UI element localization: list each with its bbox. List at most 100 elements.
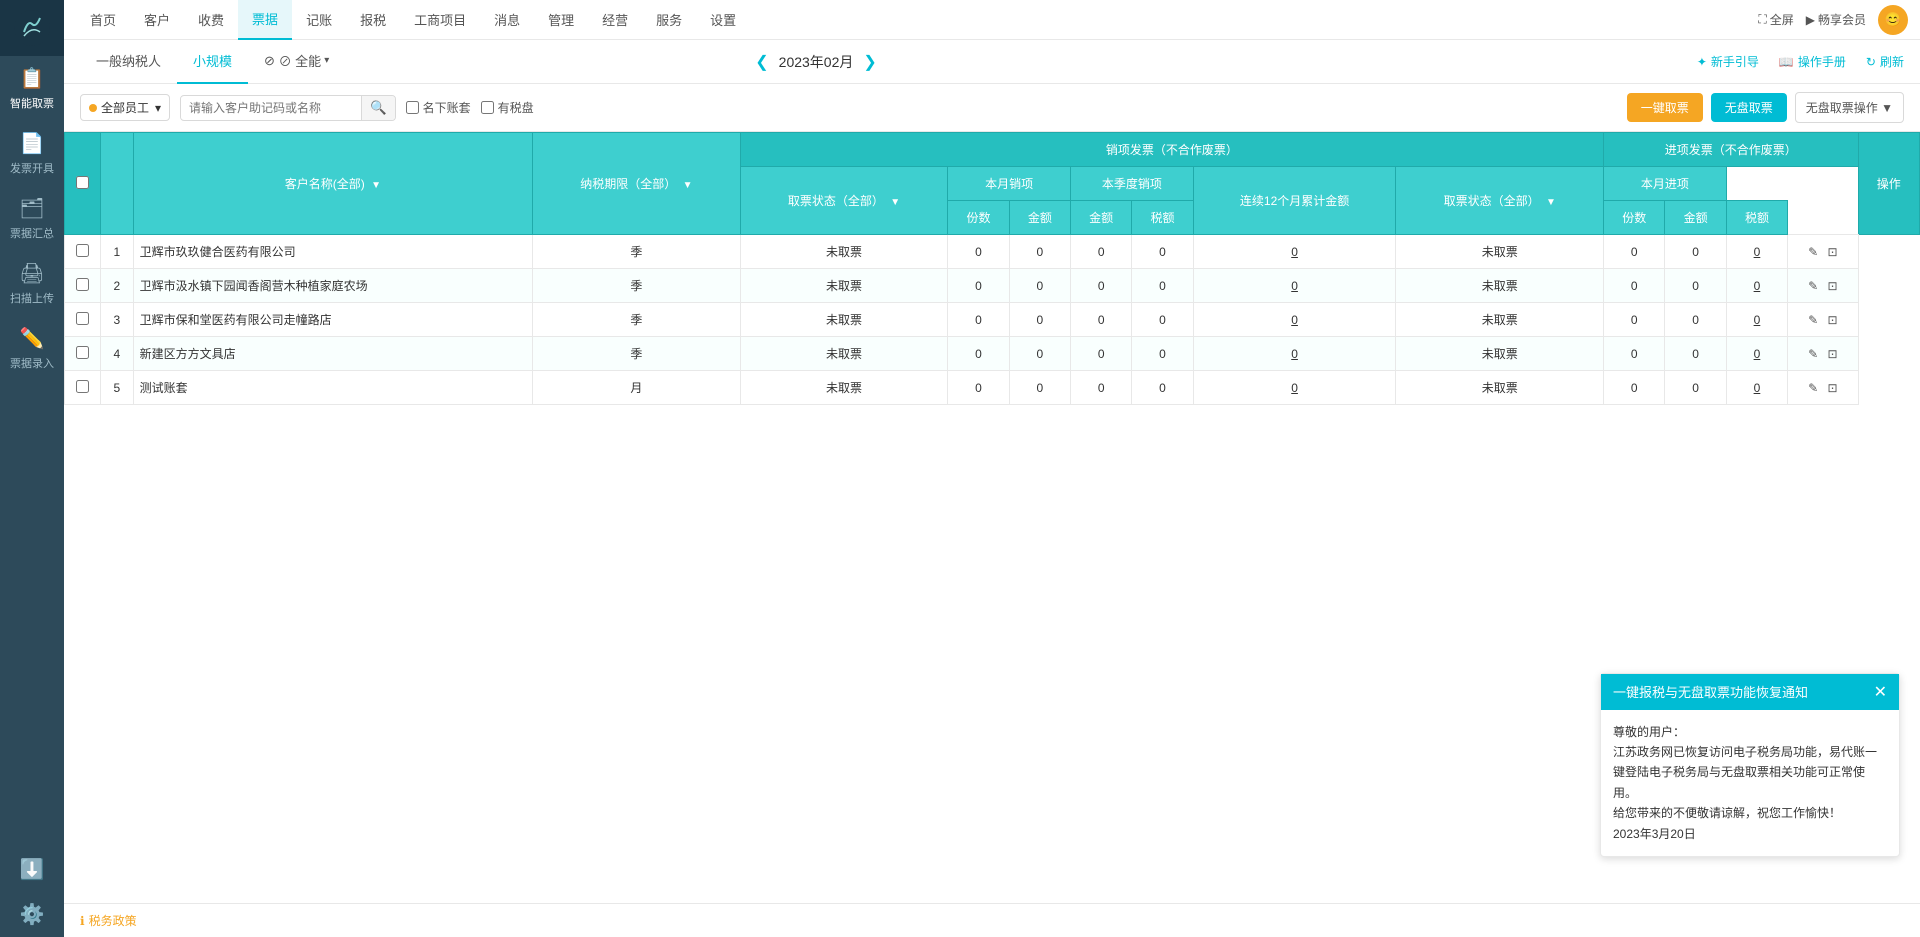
sidebar-item-issue-invoice[interactable]: 📄 发票开具 [0,121,64,186]
row-checkbox[interactable] [76,278,89,291]
row-sale-month-amount: 0 [1009,235,1070,269]
period-filter-icon[interactable]: ▼ [683,180,693,191]
sidebar-item-scan-upload[interactable]: 🖨 扫描上传 [0,251,64,316]
tab-small[interactable]: 小规模 [177,40,248,84]
th-actions: 操作 [1858,133,1919,235]
edit-icon[interactable]: ✎ [1808,279,1818,293]
row-purchase-month-tax[interactable]: 0 [1726,337,1787,371]
row-checkbox-cell[interactable] [65,303,101,337]
detail-icon[interactable]: ⊡ [1827,347,1837,361]
tab-general[interactable]: 一般纳税人 [80,40,177,84]
no-disc-fetch-btn[interactable]: 无盘取票 [1711,93,1787,122]
detail-icon[interactable]: ⊡ [1827,313,1837,327]
row-cumulative[interactable]: 0 [1193,235,1396,269]
sidebar-item-settings[interactable]: ⚙️ [0,892,64,937]
select-all-checkbox[interactable] [76,176,89,189]
user-avatar[interactable]: 😊 [1878,5,1908,35]
row-checkbox-cell[interactable] [65,269,101,303]
nav-management[interactable]: 管理 [534,0,588,40]
nav-tax[interactable]: 报税 [346,0,400,40]
row-purchase-month-amount: 0 [1665,371,1726,405]
row-sale-month-amount: 0 [1009,303,1070,337]
manual-icon: 📖 [1779,55,1794,69]
new-guide-link[interactable]: ✦ 新手引导 [1697,53,1759,70]
row-cumulative[interactable]: 0 [1193,303,1396,337]
nav-home[interactable]: 首页 [76,0,130,40]
tab-all[interactable]: ⊘ ⊘ 全能 ▾ [248,40,345,84]
vip-btn[interactable]: ▶ 畅享会员 [1806,11,1866,28]
row-cumulative[interactable]: 0 [1193,371,1396,405]
next-month-btn[interactable]: ❯ [863,52,876,72]
notification-close-btn[interactable]: ✕ [1874,682,1887,702]
sidebar-item-smart-fetch[interactable]: 📋 智能取票 [0,56,64,121]
employee-select[interactable]: 全部员工 ▾ [80,94,170,121]
row-cumulative[interactable]: 0 [1193,269,1396,303]
prev-month-btn[interactable]: ❮ [755,52,768,72]
nav-business[interactable]: 工商项目 [400,0,480,40]
table-row: 3 卫辉市保和堂医药有限公司走幢路店 季 未取票 0 0 0 0 0 未取票 0… [65,303,1920,337]
nav-billing[interactable]: 收费 [184,0,238,40]
row-checkbox-cell[interactable] [65,235,101,269]
row-period: 月 [533,371,741,405]
row-purchase-month-tax[interactable]: 0 [1726,303,1787,337]
row-sale-month-pieces: 0 [948,235,1009,269]
purchase-status-filter-icon[interactable]: ▼ [1546,197,1556,208]
sidebar-item-invoice-summary[interactable]: 🗂 票据汇总 [0,186,64,251]
row-quarter-sale-amount: 0 [1071,337,1132,371]
search-box: 🔍 [180,95,396,121]
no-disc-ops-btn[interactable]: 无盘取票操作 ▼ [1795,92,1904,123]
tax-policy-icon: ℹ [80,914,85,928]
nav-operation[interactable]: 经营 [588,0,642,40]
nav-client[interactable]: 客户 [130,0,184,40]
row-purchase-month-amount: 0 [1665,303,1726,337]
search-button[interactable]: 🔍 [361,96,395,120]
row-checkbox[interactable] [76,312,89,325]
detail-icon[interactable]: ⊡ [1827,381,1837,395]
sale-status-filter-icon[interactable]: ▼ [890,197,900,208]
row-period: 季 [533,235,741,269]
search-input[interactable] [181,97,361,119]
row-quarter-sale-tax: 0 [1132,269,1193,303]
nav-invoice[interactable]: 票据 [238,0,292,40]
row-purchase-month-tax[interactable]: 0 [1726,269,1787,303]
row-purchase-month-tax[interactable]: 0 [1726,235,1787,269]
edit-icon[interactable]: ✎ [1808,381,1818,395]
th-purchase-group: 进项发票（不合作废票） [1604,133,1858,167]
row-customer-name: 卫辉市玖玖健合医药有限公司 [133,235,532,269]
manual-link[interactable]: 📖 操作手册 [1779,53,1846,70]
nav-message[interactable]: 消息 [480,0,534,40]
account-checkbox-label[interactable]: 名下账套 [406,99,471,116]
edit-icon[interactable]: ✎ [1808,313,1818,327]
account-checkbox[interactable] [406,101,419,114]
row-checkbox-cell[interactable] [65,337,101,371]
row-sale-month-amount: 0 [1009,337,1070,371]
taxdisc-checkbox-label[interactable]: 有税盘 [481,99,534,116]
nav-settings[interactable]: 设置 [696,0,750,40]
refresh-link[interactable]: ↻ 刷新 [1866,53,1904,70]
row-checkbox-cell[interactable] [65,371,101,405]
edit-icon[interactable]: ✎ [1808,347,1818,361]
row-quarter-sale-tax: 0 [1132,371,1193,405]
nav-service[interactable]: 服务 [642,0,696,40]
row-sale-month-amount: 0 [1009,269,1070,303]
tax-policy-link[interactable]: 税务政策 [89,912,137,929]
sidebar-item-download[interactable]: ⬇️ [0,847,64,892]
sidebar-item-invoice-entry[interactable]: ✏️ 票据录入 [0,316,64,381]
row-checkbox[interactable] [76,380,89,393]
customer-filter-icon[interactable]: ▼ [371,180,381,191]
row-sale-month-pieces: 0 [948,269,1009,303]
row-purchase-month-amount: 0 [1665,269,1726,303]
detail-icon[interactable]: ⊡ [1827,279,1837,293]
sidebar: 📋 智能取票 📄 发票开具 🗂 票据汇总 🖨 扫描上传 ✏️ 票据录入 ⬇️ ⚙… [0,0,64,937]
row-purchase-month-tax[interactable]: 0 [1726,371,1787,405]
row-cumulative[interactable]: 0 [1193,337,1396,371]
detail-icon[interactable]: ⊡ [1827,245,1837,259]
row-checkbox[interactable] [76,346,89,359]
row-checkbox[interactable] [76,244,89,257]
row-quarter-sale-amount: 0 [1071,235,1132,269]
fullscreen-btn[interactable]: ⛶ 全屏 [1758,11,1793,28]
edit-icon[interactable]: ✎ [1808,245,1818,259]
nav-bookkeeping[interactable]: 记账 [292,0,346,40]
one-click-fetch-btn[interactable]: 一键取票 [1627,93,1703,122]
taxdisc-checkbox[interactable] [481,101,494,114]
